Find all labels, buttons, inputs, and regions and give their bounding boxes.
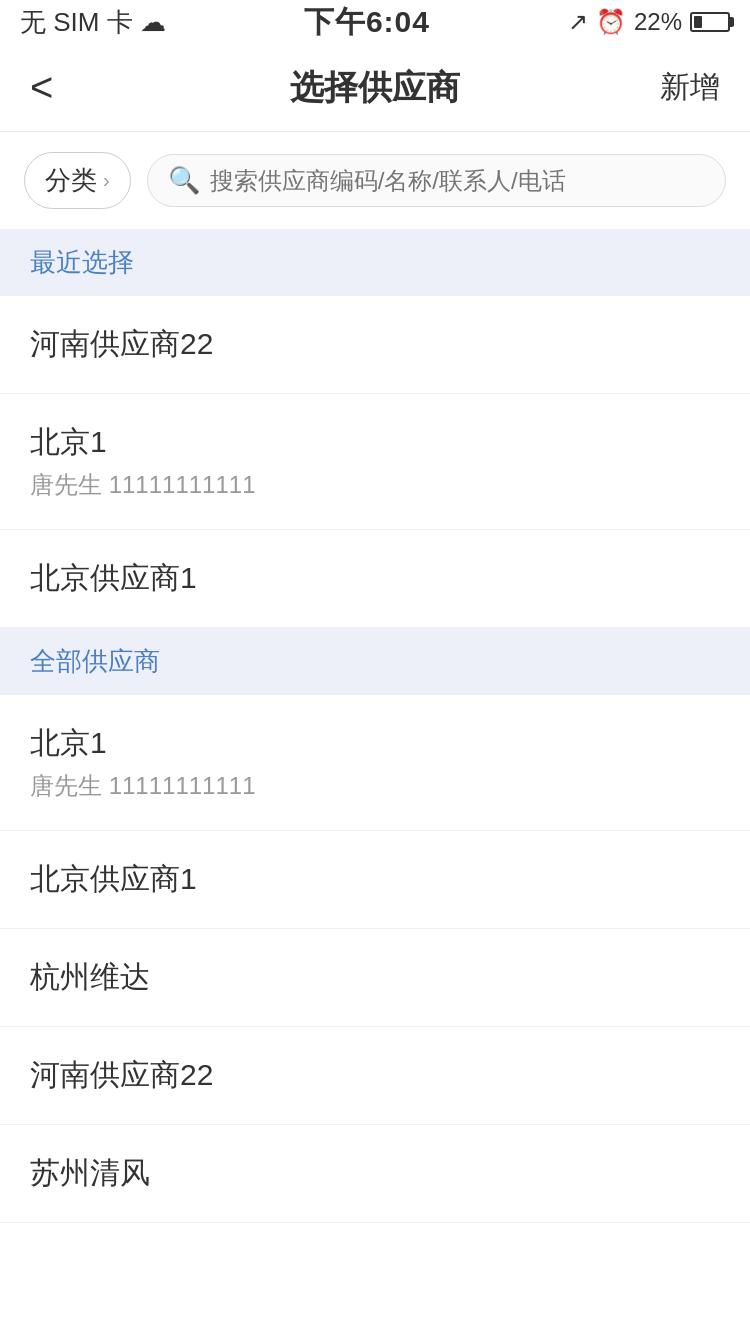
recent-section-label: 最近选择	[30, 247, 134, 277]
item-sub: 唐先生 11111111111	[30, 770, 720, 802]
category-button[interactable]: 分类 ›	[24, 152, 131, 209]
search-icon: 🔍	[168, 165, 200, 196]
status-right: ↗ ⏰ 22%	[568, 8, 730, 36]
list-item[interactable]: 苏州清风	[0, 1125, 750, 1223]
list-item[interactable]: 北京供应商1	[0, 831, 750, 929]
item-name: 北京1	[30, 723, 720, 764]
all-list: 北京1 唐先生 11111111111 北京供应商1 杭州维达河南供应商22 苏州清风	[0, 695, 750, 1223]
item-name: 北京供应商1	[30, 859, 720, 900]
page-title: 选择供应商	[290, 65, 460, 111]
list-item[interactable]: 河南供应商22	[0, 1027, 750, 1125]
list-item[interactable]: 杭州维达	[0, 929, 750, 1027]
list-item[interactable]: 北京1 唐先生 11111111111	[0, 394, 750, 530]
category-label: 分类	[45, 163, 97, 198]
item-sub: 唐先生 11111111111	[30, 469, 720, 501]
status-left: 无 SIM 卡 ☁	[20, 5, 166, 40]
search-input[interactable]	[210, 167, 705, 195]
recent-section-header: 最近选择	[0, 229, 750, 296]
all-section-header: 全部供应商	[0, 628, 750, 695]
item-name: 苏州清风	[30, 1153, 720, 1194]
nav-bar: < 选择供应商 新增	[0, 44, 750, 132]
item-name: 河南供应商22	[30, 324, 720, 365]
alarm-icon: ⏰	[596, 8, 626, 36]
list-item[interactable]: 北京供应商1	[0, 530, 750, 628]
filter-bar: 分类 › 🔍	[0, 132, 750, 229]
sim-label: 无 SIM 卡 ☁	[20, 5, 166, 40]
list-item[interactable]: 北京1 唐先生 11111111111	[0, 695, 750, 831]
item-name: 北京1	[30, 422, 720, 463]
add-button[interactable]: 新增	[660, 67, 720, 108]
battery-icon	[690, 12, 730, 32]
item-name: 河南供应商22	[30, 1055, 720, 1096]
status-bar: 无 SIM 卡 ☁ 下午6:04 ↗ ⏰ 22%	[0, 0, 750, 44]
all-section-label: 全部供应商	[30, 646, 160, 676]
search-box: 🔍	[147, 154, 726, 207]
list-item[interactable]: 河南供应商22	[0, 296, 750, 394]
battery-percent: 22%	[634, 8, 682, 36]
back-button[interactable]: <	[30, 65, 90, 110]
recent-list: 河南供应商22 北京1 唐先生 11111111111 北京供应商1	[0, 296, 750, 628]
location-icon: ↗	[568, 8, 588, 36]
status-time: 下午6:04	[304, 2, 430, 43]
chevron-right-icon: ›	[103, 169, 110, 192]
item-name: 杭州维达	[30, 957, 720, 998]
item-name: 北京供应商1	[30, 558, 720, 599]
